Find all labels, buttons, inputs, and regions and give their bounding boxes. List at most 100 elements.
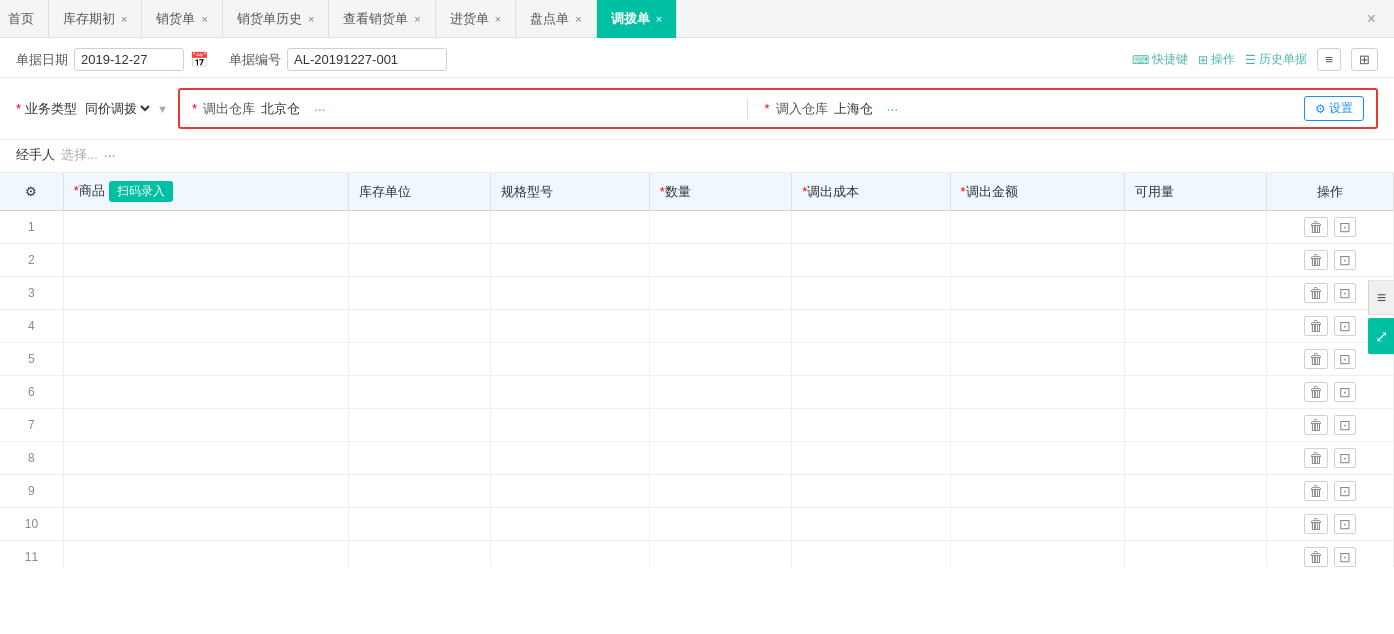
row-spec[interactable] [491,475,649,508]
row-available[interactable] [1124,376,1267,409]
row-amount[interactable] [950,376,1124,409]
tab-close-stocktake[interactable]: × [575,13,581,25]
main-close-button[interactable]: × [1357,10,1386,28]
row-amount[interactable] [950,475,1124,508]
row-available[interactable] [1124,211,1267,244]
business-type-dropdown-icon[interactable]: ▼ [157,103,168,115]
row-qty[interactable] [649,244,792,277]
row-amount[interactable] [950,442,1124,475]
row-spec[interactable] [491,343,649,376]
tab-home[interactable]: 首页 [8,0,49,38]
tab-close-sales-history[interactable]: × [308,13,314,25]
doc-no-input[interactable] [287,48,447,71]
row-qty[interactable] [649,442,792,475]
calendar-icon[interactable]: 📅 [190,51,209,69]
row-unit[interactable] [348,277,491,310]
delete-row-btn[interactable]: 🗑 [1304,481,1328,501]
row-qty[interactable] [649,211,792,244]
copy-row-btn[interactable]: ⊡ [1334,481,1356,501]
copy-row-btn[interactable]: ⊡ [1334,283,1356,303]
settings-icon[interactable]: ⚙ [25,184,37,199]
row-spec[interactable] [491,211,649,244]
row-cost[interactable] [792,343,950,376]
delete-row-btn[interactable]: 🗑 [1304,448,1328,468]
tab-sales-order[interactable]: 销货单 × [142,0,222,38]
transfer-out-more-btn[interactable]: ··· [314,101,326,117]
history-btn[interactable]: ☰ 历史单据 [1245,51,1307,68]
row-spec[interactable] [491,310,649,343]
row-cost[interactable] [792,409,950,442]
row-unit[interactable] [348,475,491,508]
row-amount[interactable] [950,409,1124,442]
row-cost[interactable] [792,442,950,475]
handler-select[interactable]: 选择... [61,146,98,164]
delete-row-btn[interactable]: 🗑 [1304,250,1328,270]
row-amount[interactable] [950,343,1124,376]
row-spec[interactable] [491,508,649,541]
row-cost[interactable] [792,541,950,568]
transfer-in-more-btn[interactable]: ··· [887,101,899,117]
row-goods[interactable] [63,211,348,244]
float-expand-btn[interactable]: ⤢ [1368,318,1394,355]
row-amount[interactable] [950,211,1124,244]
row-unit[interactable] [348,343,491,376]
row-unit[interactable] [348,211,491,244]
row-goods[interactable] [63,442,348,475]
copy-row-btn[interactable]: ⊡ [1334,217,1356,237]
row-qty[interactable] [649,508,792,541]
th-settings[interactable]: ⚙ [0,173,63,211]
float-list-btn[interactable]: ≡ [1368,280,1394,316]
row-goods[interactable] [63,541,348,568]
row-amount[interactable] [950,541,1124,568]
delete-row-btn[interactable]: 🗑 [1304,283,1328,303]
handler-more-btn[interactable]: ··· [104,147,116,163]
row-unit[interactable] [348,310,491,343]
row-cost[interactable] [792,376,950,409]
row-cost[interactable] [792,277,950,310]
row-available[interactable] [1124,508,1267,541]
tab-close-inventory-init[interactable]: × [121,13,127,25]
row-spec[interactable] [491,541,649,568]
row-qty[interactable] [649,376,792,409]
delete-row-btn[interactable]: 🗑 [1304,514,1328,534]
row-qty[interactable] [649,310,792,343]
tab-close-sales-order[interactable]: × [201,13,207,25]
copy-row-btn[interactable]: ⊡ [1334,514,1356,534]
row-cost[interactable] [792,508,950,541]
row-spec[interactable] [491,376,649,409]
row-goods[interactable] [63,508,348,541]
row-amount[interactable] [950,508,1124,541]
delete-row-btn[interactable]: 🗑 [1304,547,1328,567]
row-cost[interactable] [792,244,950,277]
row-cost[interactable] [792,310,950,343]
row-unit[interactable] [348,244,491,277]
copy-row-btn[interactable]: ⊡ [1334,250,1356,270]
row-unit[interactable] [348,409,491,442]
row-unit[interactable] [348,541,491,568]
row-unit[interactable] [348,376,491,409]
row-qty[interactable] [649,409,792,442]
row-available[interactable] [1124,475,1267,508]
delete-row-btn[interactable]: 🗑 [1304,415,1328,435]
row-unit[interactable] [348,508,491,541]
row-goods[interactable] [63,277,348,310]
tab-purchase[interactable]: 进货单 × [436,0,516,38]
row-available[interactable] [1124,409,1267,442]
tab-transfer[interactable]: 调拨单 × [597,0,677,38]
row-unit[interactable] [348,442,491,475]
scan-input-btn[interactable]: 扫码录入 [109,181,173,202]
shortcut-btn[interactable]: ⌨ 快捷键 [1132,51,1188,68]
tab-close-view-sales[interactable]: × [414,13,420,25]
row-cost[interactable] [792,211,950,244]
copy-row-btn[interactable]: ⊡ [1334,382,1356,402]
row-available[interactable] [1124,310,1267,343]
row-amount[interactable] [950,310,1124,343]
row-available[interactable] [1124,277,1267,310]
row-spec[interactable] [491,442,649,475]
tab-close-transfer[interactable]: × [656,13,662,25]
operate-btn[interactable]: ⊞ 操作 [1198,51,1235,68]
row-goods[interactable] [63,310,348,343]
layout-grid-btn[interactable]: ⊞ [1351,48,1378,71]
tab-close-purchase[interactable]: × [495,13,501,25]
layout-list-btn[interactable]: ≡ [1317,48,1341,71]
